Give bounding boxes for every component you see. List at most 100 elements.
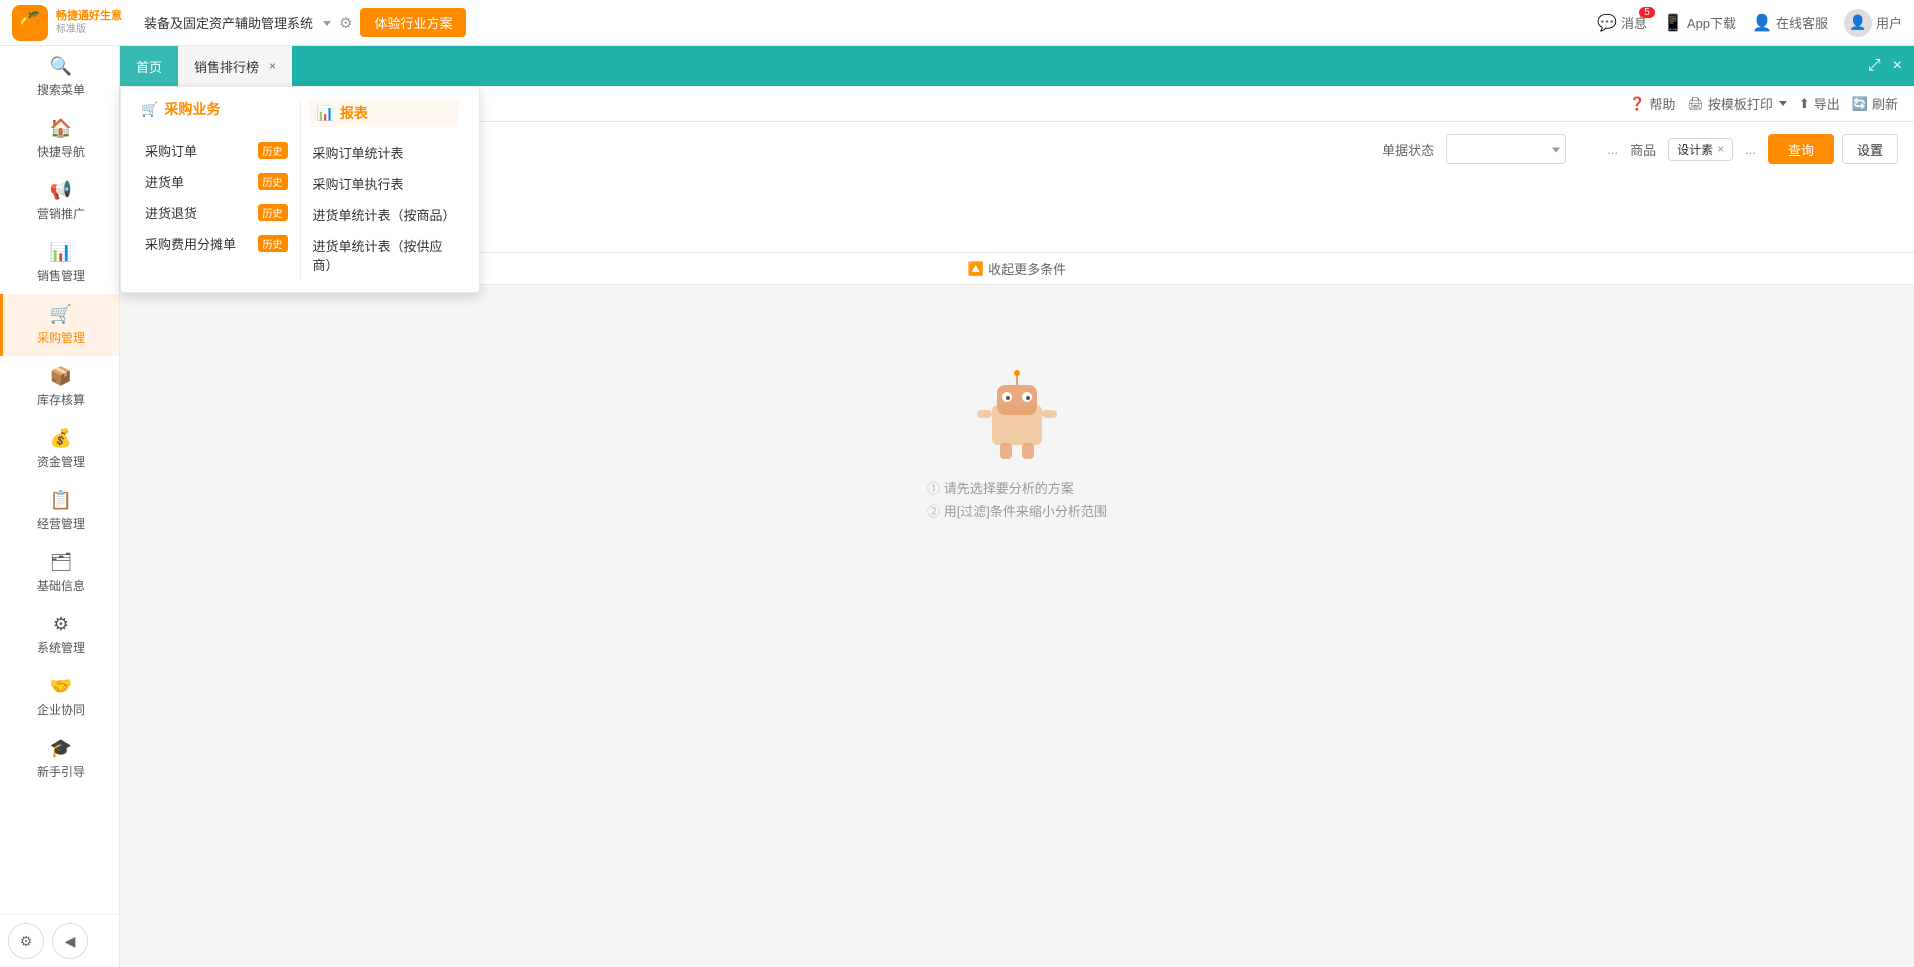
purchase-section-title: 🛒 采购业务 xyxy=(141,99,292,125)
purchase-col: 🛒 采购业务 采购订单 历史 进货单 历史 进货退货 历史 采购费用分摊单 历史 xyxy=(133,99,301,280)
purchase-arrival-label: 进货单 xyxy=(145,172,184,191)
filter-actions: 查询 设置 xyxy=(1768,134,1898,164)
print-action[interactable]: 🖨 按模板打印 xyxy=(1687,94,1787,113)
reports-section-icon: 📊 xyxy=(317,105,334,122)
sidebar-item-basic-info[interactable]: 🗂 基础信息 xyxy=(0,542,119,604)
user-label: 用户 xyxy=(1876,13,1902,32)
arrival-by-supplier-label: 进货单统计表（按供应商） xyxy=(313,236,456,274)
sidebar-item-finance[interactable]: 💰 资金管理 xyxy=(0,418,119,480)
reports-section-title: 📊 报表 xyxy=(309,99,460,127)
logo-version: 标准版 xyxy=(56,23,122,36)
purchase-return-history-badge: 历史 xyxy=(258,204,288,221)
marketing-icon: 📢 xyxy=(50,180,72,201)
empty-hints: 请先选择要分析的方案 用[过滤]条件来缩小分析范围 xyxy=(927,477,1107,524)
help-icon: ❓ xyxy=(1629,96,1645,112)
online-service-label: 在线客服 xyxy=(1776,13,1828,32)
basic-info-icon: 🗂 xyxy=(50,552,73,573)
dropdown-item-po-exec[interactable]: 采购订单执行表 xyxy=(309,168,460,199)
system-name: 装备及固定资产辅助管理系统 xyxy=(144,13,313,32)
home-icon: 🏠 xyxy=(50,118,72,139)
logo-text: 畅捷通好生意 标准版 xyxy=(56,9,122,36)
doc-status-dots: ... xyxy=(1578,142,1618,157)
setting-button[interactable]: 设置 xyxy=(1842,134,1898,164)
dropdown-item-purchase-return[interactable]: 进货退货 历史 xyxy=(141,197,292,228)
export-label: 导出 xyxy=(1814,94,1840,113)
sidebar-item-newbie[interactable]: 🎓 新手引导 xyxy=(0,728,119,790)
message-badge: 5 xyxy=(1639,7,1655,18)
sidebar-collapse-btn[interactable]: ◀ xyxy=(52,923,88,959)
sidebar-item-quick-nav[interactable]: 🏠 快捷导航 xyxy=(0,108,119,170)
app-download-action[interactable]: 📱 App下载 xyxy=(1663,13,1736,33)
export-action[interactable]: ⬆ 导出 xyxy=(1799,94,1840,113)
topbar-actions: 💬 消息 5 📱 App下载 👤 在线客服 👤 用户 xyxy=(1597,9,1902,37)
sidebar-label-marketing: 营销推广 xyxy=(37,205,85,222)
empty-state: 请先选择要分析的方案 用[过滤]条件来缩小分析范围 xyxy=(120,285,1914,604)
refresh-label: 刷新 xyxy=(1872,94,1898,113)
sidebar-item-marketing[interactable]: 📢 营销推广 xyxy=(0,170,119,232)
sidebar-item-search[interactable]: 🔍 搜索菜单 xyxy=(0,46,119,108)
sidebar-label-quick-nav: 快捷导航 xyxy=(37,143,85,160)
purchase-icon: 🛒 xyxy=(50,304,72,325)
print-chevron-icon xyxy=(1779,101,1787,106)
sidebar-settings-btn[interactable]: ⚙ xyxy=(8,923,44,959)
tab-sales-ranking[interactable]: 销售排行榜 × xyxy=(178,46,292,86)
tab-active-label: 销售排行榜 xyxy=(194,57,259,76)
sidebar-item-purchase[interactable]: 🛒 采购管理 xyxy=(0,294,119,356)
tab-close-all-icon[interactable]: × xyxy=(1893,57,1902,75)
sidebar-label-system: 系统管理 xyxy=(37,639,85,656)
print-label: 按模板打印 xyxy=(1708,94,1773,113)
sidebar-item-enterprise[interactable]: 🤝 企业协同 xyxy=(0,666,119,728)
system-icon: ⚙ xyxy=(53,614,69,635)
purchase-arrival-history-badge: 历史 xyxy=(258,173,288,190)
doc-status-select[interactable] xyxy=(1446,134,1566,164)
gear-icon[interactable]: ⚙ xyxy=(339,14,352,32)
industry-btn[interactable]: 体验行业方案 xyxy=(360,8,466,37)
service-icon: 👤 xyxy=(1752,13,1772,33)
user-action[interactable]: 👤 用户 xyxy=(1844,9,1902,37)
logo-area: 🍊 畅捷通好生意 标准版 xyxy=(12,5,132,41)
online-service-action[interactable]: 👤 在线客服 xyxy=(1752,13,1828,33)
sidebar-item-sales[interactable]: 📊 销售管理 xyxy=(0,232,119,294)
reports-section-label: 报表 xyxy=(340,103,368,123)
empty-illustration xyxy=(967,365,1067,465)
finance-icon: 💰 xyxy=(50,428,72,449)
topbar: 🍊 畅捷通好生意 标准版 装备及固定资产辅助管理系统 ⚙ 体验行业方案 💬 消息… xyxy=(0,0,1914,46)
help-label: 帮助 xyxy=(1649,94,1675,113)
dropdown-columns: 🛒 采购业务 采购订单 历史 进货单 历史 进货退货 历史 采购费用分摊单 历史 xyxy=(133,99,467,280)
tab-home[interactable]: 首页 xyxy=(120,46,178,86)
dropdown-item-purchase-order[interactable]: 采购订单 历史 xyxy=(141,135,292,166)
sidebar-item-operations[interactable]: 📋 经营管理 xyxy=(0,480,119,542)
purchase-expense-history-badge: 历史 xyxy=(258,235,288,252)
message-action[interactable]: 💬 消息 5 xyxy=(1597,13,1647,33)
dropdown-item-purchase-arrival[interactable]: 进货单 历史 xyxy=(141,166,292,197)
help-action[interactable]: ❓ 帮助 xyxy=(1629,94,1675,113)
refresh-icon: 🔄 xyxy=(1852,96,1868,112)
export-icon: ⬆ xyxy=(1799,96,1810,112)
sidebar-label-operations: 经营管理 xyxy=(37,515,85,532)
sidebar-label-purchase: 采购管理 xyxy=(37,329,85,346)
sidebar-label-basic-info: 基础信息 xyxy=(37,577,85,594)
arrival-by-goods-label: 进货单统计表（按商品） xyxy=(313,205,456,224)
tab-maximize-icon[interactable]: ⤢ xyxy=(1868,57,1881,75)
sidebar-item-inventory[interactable]: 📦 库存核算 xyxy=(0,356,119,418)
purchase-dropdown: 🛒 采购业务 采购订单 历史 进货单 历史 进货退货 历史 采购费用分摊单 历史 xyxy=(120,86,480,293)
avatar: 👤 xyxy=(1844,9,1872,37)
tab-close-icon[interactable]: × xyxy=(269,59,276,73)
dropdown-item-purchase-expense[interactable]: 采购费用分摊单 历史 xyxy=(141,228,292,259)
tab-bar-right: ⤢ × xyxy=(1868,57,1914,75)
dropdown-item-po-stats[interactable]: 采购订单统计表 xyxy=(309,137,460,168)
sidebar-item-system[interactable]: ⚙ 系统管理 xyxy=(0,604,119,666)
refresh-action[interactable]: 🔄 刷新 xyxy=(1852,94,1898,113)
sidebar: 🔍 搜索菜单 🏠 快捷导航 📢 营销推广 📊 销售管理 🛒 采购管理 📦 库存核… xyxy=(0,46,120,967)
purchase-expense-label: 采购费用分摊单 xyxy=(145,234,236,253)
purchase-section-label: 采购业务 xyxy=(164,99,220,119)
query-button[interactable]: 查询 xyxy=(1768,134,1834,164)
tab-bar: 首页 销售排行榜 × ⤢ × xyxy=(120,46,1914,86)
dropdown-item-arrival-by-supplier[interactable]: 进货单统计表（按供应商） xyxy=(309,230,460,280)
sidebar-bottom: ⚙ ◀ xyxy=(0,914,119,967)
sidebar-label-sales: 销售管理 xyxy=(37,267,85,284)
system-chevron-icon[interactable] xyxy=(323,21,331,26)
goods-tag-close-icon[interactable]: × xyxy=(1717,142,1724,156)
dropdown-item-arrival-by-goods[interactable]: 进货单统计表（按商品） xyxy=(309,199,460,230)
goods-dots[interactable]: ... xyxy=(1745,142,1756,157)
